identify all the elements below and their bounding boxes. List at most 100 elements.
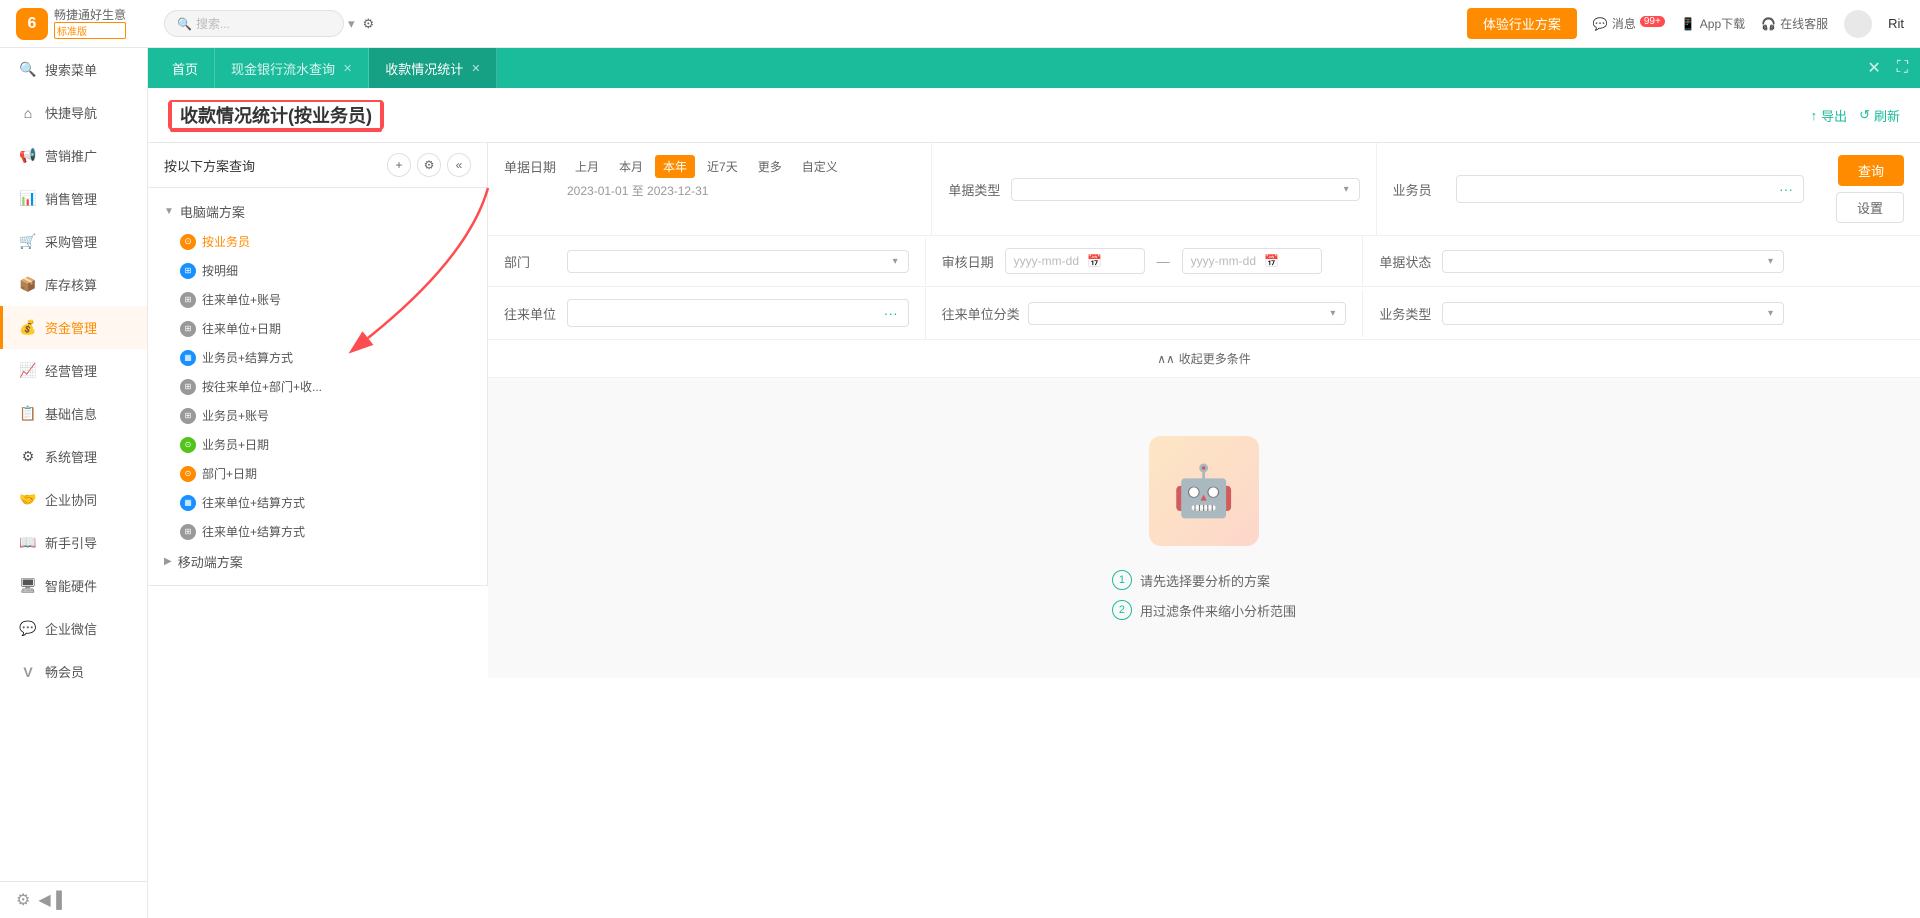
- schema-collapse-icon: «: [456, 158, 463, 172]
- sidebar-item-operation[interactable]: 📈 经营管理: [0, 349, 147, 392]
- schema-item-by-unit-dept-col[interactable]: ⊞ 按往来单位+部门+收...: [148, 372, 487, 401]
- header-search-box[interactable]: 🔍 搜索...: [164, 10, 344, 37]
- bill-type-select[interactable]: ▾: [1011, 178, 1359, 201]
- counterpart-more-icon[interactable]: ···: [884, 305, 898, 321]
- notification-label: 消息: [1612, 15, 1636, 32]
- query-button[interactable]: 查询: [1838, 155, 1904, 186]
- date-tab-last-month[interactable]: 上月: [567, 155, 607, 178]
- sidebar-item-guide[interactable]: 📖 新手引导: [0, 521, 147, 564]
- date-tab-7days[interactable]: 近7天: [699, 155, 746, 178]
- schema-item-by-unit-date[interactable]: ⊞ 往来单位+日期: [148, 314, 487, 343]
- schema-item-by-staff-account[interactable]: ⊞ 业务员+账号: [148, 401, 487, 430]
- sidebar-item-finance[interactable]: 💰 资金管理: [0, 306, 147, 349]
- sidebar-item-inventory[interactable]: 📦 库存核算: [0, 263, 147, 306]
- date-tab-this-month[interactable]: 本月: [611, 155, 651, 178]
- biz-type-select[interactable]: ▾: [1442, 302, 1784, 325]
- refresh-button[interactable]: ↺ 刷新: [1859, 106, 1900, 125]
- export-button[interactable]: ↑ 导出: [1811, 106, 1848, 125]
- schema-item-by-dept-date[interactable]: ⊙ 部门+日期: [148, 459, 487, 488]
- settings-icon[interactable]: ⚙: [363, 16, 375, 32]
- staff-more-icon[interactable]: ···: [1779, 181, 1793, 197]
- bill-type-label: 单据类型: [948, 180, 1003, 199]
- schema-item-by-staff[interactable]: ⊙ 按业务员: [148, 227, 487, 256]
- date-tab-more[interactable]: 更多: [750, 155, 790, 178]
- schema-item-label: 往来单位+结算方式: [202, 494, 305, 511]
- sidebar-item-purchase[interactable]: 🛒 采购管理: [0, 220, 147, 263]
- staff-select[interactable]: ···: [1456, 175, 1804, 203]
- bill-status-select[interactable]: ▾: [1442, 250, 1784, 273]
- calendar-start-icon[interactable]: 📅: [1087, 254, 1102, 268]
- schema-settings-btn[interactable]: ⚙: [417, 153, 441, 177]
- counterpart-cat-label: 往来单位分类: [942, 304, 1020, 323]
- sidebar-item-enterprise[interactable]: 🤝 企业协同: [0, 478, 147, 521]
- review-date-label: 审核日期: [942, 252, 997, 271]
- review-date-end-input[interactable]: yyyy-mm-dd 📅: [1182, 248, 1322, 274]
- schema-item-by-unit-account[interactable]: ⊞ 往来单位+账号: [148, 285, 487, 314]
- export-label: 导出: [1821, 106, 1847, 125]
- schema-item-by-unit-settle2[interactable]: ⊞ 往来单位+结算方式: [148, 517, 487, 546]
- marketing-icon: 📢: [19, 147, 37, 165]
- sidebar-item-label: 基础信息: [45, 404, 97, 423]
- schema-item-by-detail[interactable]: ⊞ 按明细: [148, 256, 487, 285]
- search-icon: 🔍: [177, 17, 192, 31]
- sidebar-item-sales[interactable]: 📊 销售管理: [0, 177, 147, 220]
- collapse-bar[interactable]: ∧∧ 收起更多条件: [488, 340, 1920, 378]
- schema-collapse-btn[interactable]: «: [447, 153, 471, 177]
- schema-item-label: 按往来单位+部门+收...: [202, 378, 322, 395]
- app-edition: 标准版: [54, 22, 126, 39]
- sidebar-collapse-icon[interactable]: ◀▐: [38, 890, 62, 910]
- review-date-start-input[interactable]: yyyy-mm-dd 📅: [1005, 248, 1145, 274]
- schema-item-by-staff-date[interactable]: ⊙ 业务员+日期: [148, 430, 487, 459]
- schema-group-mobile-header[interactable]: ▶ 移动端方案: [148, 546, 487, 577]
- sidebar-settings-icon[interactable]: ⚙: [16, 890, 30, 910]
- page-header: 收款情况统计(按业务员) ↑ 导出 ↺ 刷新: [148, 88, 1920, 143]
- schema-item-by-staff-settle[interactable]: ▦ 业务员+结算方式: [148, 343, 487, 372]
- tab-close-all-icon[interactable]: ✕: [1863, 54, 1884, 82]
- schema-add-btn[interactable]: +: [387, 153, 411, 177]
- sidebar-item-system[interactable]: ⚙ 系统管理: [0, 435, 147, 478]
- tab-expand-icon[interactable]: ⛶: [1893, 55, 1912, 81]
- by-unit-settle2-icon: ⊞: [180, 524, 196, 540]
- trial-button[interactable]: 体验行业方案: [1467, 8, 1577, 39]
- sidebar-item-smart-hw[interactable]: 🖥 智能硬件: [0, 564, 147, 607]
- schema-item-label: 往来单位+日期: [202, 320, 281, 337]
- online-service-area[interactable]: 🎧 在线客服: [1761, 15, 1828, 32]
- schema-group-desktop: ▼ 电脑端方案 ⊙ 按业务员 ⊞ 按明细: [148, 196, 487, 546]
- tab-collection-stat-close[interactable]: ✕: [471, 62, 480, 75]
- counterpart-cat-select[interactable]: ▾: [1028, 302, 1347, 325]
- notification-area[interactable]: 💬 消息 99+: [1593, 15, 1665, 32]
- tab-bank-flow-close[interactable]: ✕: [343, 62, 352, 75]
- tab-home[interactable]: 首页: [156, 48, 215, 88]
- bill-type-chevron: ▾: [1344, 184, 1349, 195]
- app-download-area[interactable]: 📱 App下载: [1681, 15, 1745, 32]
- schema-group-desktop-header[interactable]: ▼ 电脑端方案: [148, 196, 487, 227]
- sidebar-item-search-menu[interactable]: 🔍 搜索菜单: [0, 48, 147, 91]
- sidebar-item-quick-nav[interactable]: ⌂ 快捷导航: [0, 91, 147, 134]
- dropdown-icon[interactable]: ▾: [348, 16, 355, 32]
- filter-row-3: 往来单位 ··· 往来单位分类 ▾: [488, 287, 1920, 340]
- sidebar-item-label: 新手引导: [45, 533, 97, 552]
- empty-state-area: 🤖 1 请先选择要分析的方案 2 用过滤条件来缩小分析范围: [488, 378, 1920, 678]
- date-tab-custom[interactable]: 自定义: [794, 155, 846, 178]
- date-tab-this-year[interactable]: 本年: [655, 155, 695, 178]
- sidebar-item-marketing[interactable]: 📢 营销推广: [0, 134, 147, 177]
- by-staff-icon: ⊙: [180, 234, 196, 250]
- group-expand-icon: ▶: [164, 556, 172, 567]
- schema-item-by-unit-settle1[interactable]: ▦ 往来单位+结算方式: [148, 488, 487, 517]
- dept-label: 部门: [504, 252, 559, 271]
- schema-item-label: 部门+日期: [202, 465, 257, 482]
- dept-select[interactable]: ▾: [567, 250, 909, 273]
- sidebar-item-wechat[interactable]: 💬 企业微信: [0, 607, 147, 650]
- tab-bank-flow[interactable]: 现金银行流水查询 ✕: [215, 48, 369, 88]
- tab-collection-stat[interactable]: 收款情况统计 ✕: [369, 48, 497, 88]
- schema-item-label: 业务员+日期: [202, 436, 269, 453]
- counterpart-select[interactable]: ···: [567, 299, 909, 327]
- user-avatar[interactable]: [1844, 10, 1872, 38]
- settings-button[interactable]: 设置: [1836, 192, 1904, 223]
- by-unit-date-icon: ⊞: [180, 321, 196, 337]
- sidebar-item-member[interactable]: V 畅会员: [0, 650, 147, 693]
- calendar-end-icon[interactable]: 📅: [1264, 254, 1279, 268]
- notification-count: 99+: [1640, 16, 1665, 27]
- sidebar-item-basic-info[interactable]: 📋 基础信息: [0, 392, 147, 435]
- filter-row-2: 部门 ▾ 审核日期 yyyy-mm-dd 📅: [488, 236, 1920, 287]
